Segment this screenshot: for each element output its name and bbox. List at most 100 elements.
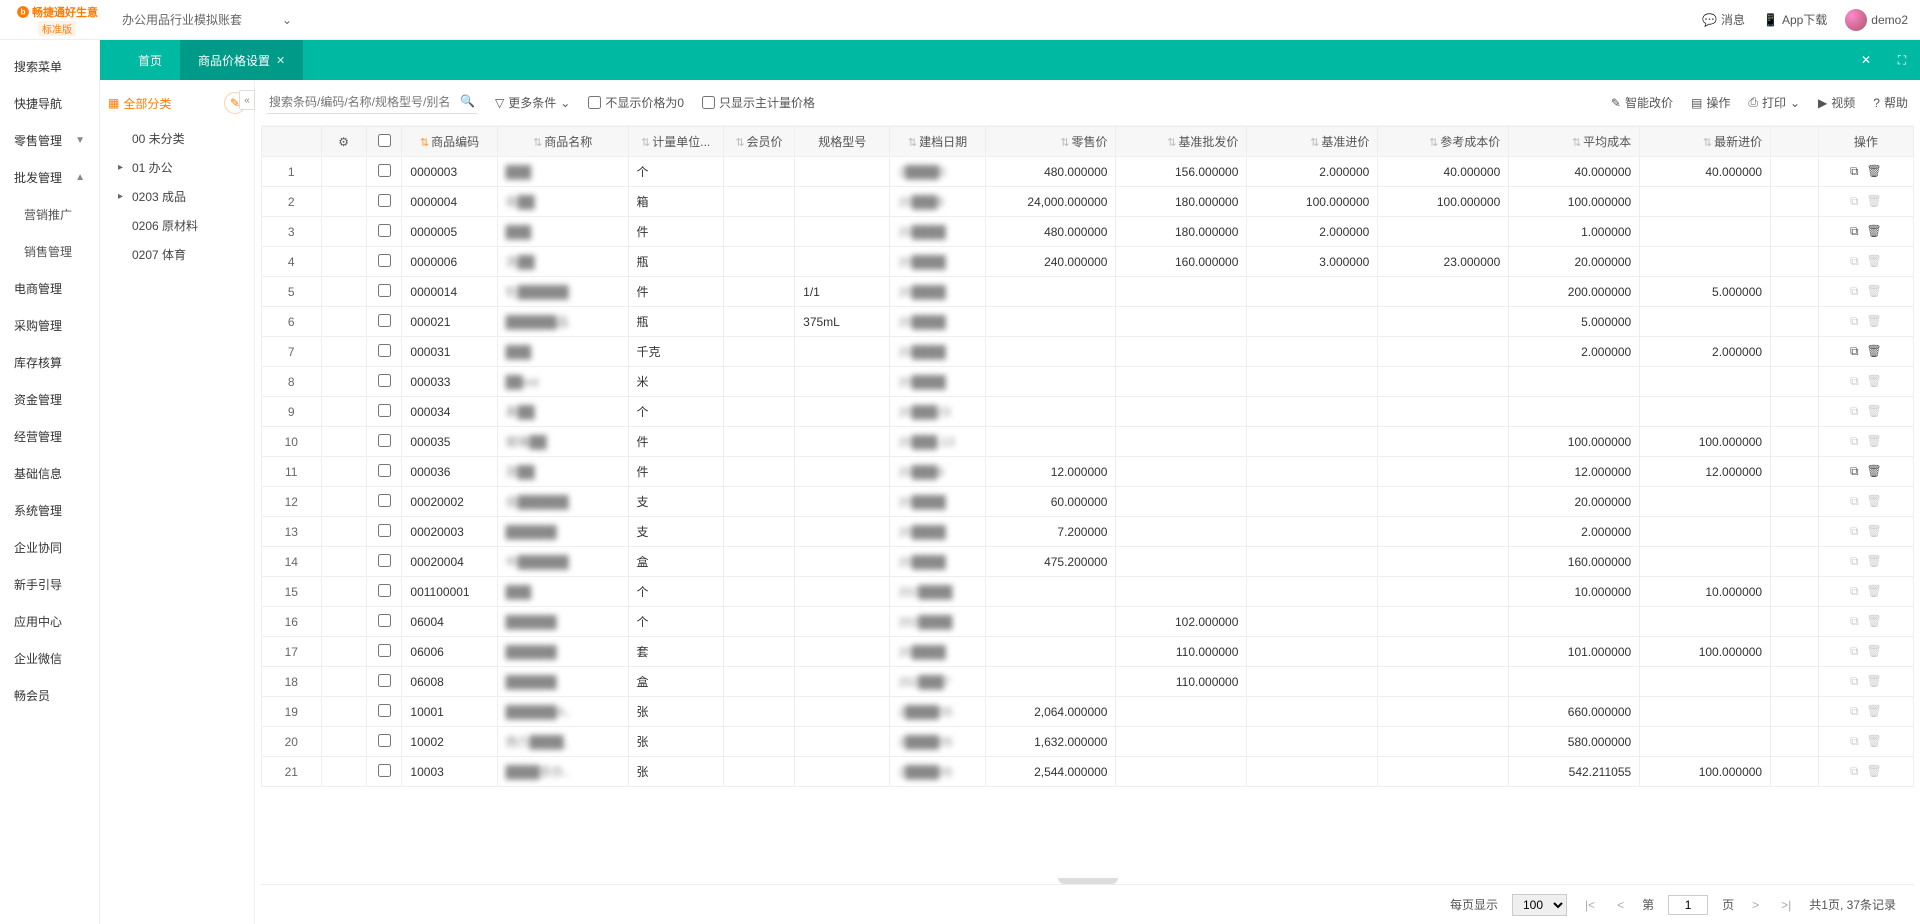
close-icon[interactable]: ✕ [276, 54, 285, 67]
row-checkbox[interactable] [378, 734, 391, 747]
copy-icon[interactable]: ⧉ [1850, 194, 1859, 209]
row-checkbox[interactable] [378, 524, 391, 537]
row-checkbox[interactable] [378, 404, 391, 417]
nav-item[interactable]: 基础信息 [0, 455, 99, 492]
delete-icon[interactable]: 🗑 [1867, 614, 1882, 629]
category-all[interactable]: 全部分类 [123, 95, 171, 112]
page-input[interactable] [1668, 895, 1708, 915]
copy-icon[interactable]: ⧉ [1850, 464, 1859, 479]
delete-icon[interactable]: 🗑 [1867, 224, 1882, 239]
copy-icon[interactable]: ⧉ [1850, 554, 1859, 569]
nav-item[interactable]: 销售管理 [0, 233, 99, 270]
copy-icon[interactable]: ⧉ [1850, 344, 1859, 359]
row-checkbox[interactable] [378, 764, 391, 777]
row-checkbox[interactable] [378, 464, 391, 477]
table-row[interactable]: 8000033██est米20████⧉🗑 [262, 367, 1914, 397]
col-settings[interactable]: ⚙ [321, 127, 366, 157]
delete-icon[interactable]: 🗑 [1867, 194, 1882, 209]
table-row[interactable]: 15001100001███个202████10.00000010.000000… [262, 577, 1914, 607]
delete-icon[interactable]: 🗑 [1867, 464, 1882, 479]
nav-item[interactable]: 电商管理 [0, 270, 99, 307]
row-checkbox[interactable] [378, 614, 391, 627]
col-base[interactable]: ⇅基准进价 [1247, 127, 1378, 157]
copy-icon[interactable]: ⧉ [1850, 764, 1859, 779]
last-page-button[interactable]: >| [1777, 898, 1795, 912]
col-vip[interactable]: ⇅会员价 [723, 127, 794, 157]
col-ref[interactable]: ⇅参考成本价 [1378, 127, 1509, 157]
col-name[interactable]: ⇅商品名称 [497, 127, 628, 157]
nav-item[interactable]: 批发管理▲ [0, 159, 99, 196]
delete-icon[interactable]: 🗑 [1867, 524, 1882, 539]
table-row[interactable]: 2110003████折办..张2████052,544.000000542.2… [262, 757, 1914, 787]
row-checkbox[interactable] [378, 344, 391, 357]
copy-icon[interactable]: ⧉ [1850, 644, 1859, 659]
row-checkbox[interactable] [378, 554, 391, 567]
row-checkbox[interactable] [378, 284, 391, 297]
main-unit-only-checkbox[interactable]: 只显示主计量价格 [702, 94, 815, 111]
table-row[interactable]: 11000036测██件20███812.00000012.00000012.0… [262, 457, 1914, 487]
nav-item[interactable]: 快捷导航 [0, 85, 99, 122]
col-spec[interactable]: 规格型号 [795, 127, 890, 157]
row-checkbox[interactable] [378, 704, 391, 717]
table-row[interactable]: 6000021██████品瓶375mL20████5.000000⧉🗑 [262, 307, 1914, 337]
table-row[interactable]: 2010002扬力████..张2████051,632.000000580.0… [262, 727, 1914, 757]
col-avg[interactable]: ⇅平均成本 [1509, 127, 1640, 157]
delete-icon[interactable]: 🗑 [1867, 644, 1882, 659]
table-row[interactable]: 1910001██████A..张2████052,064.000000660.… [262, 697, 1914, 727]
table-row[interactable]: 40000006洗██瓶20████240.000000160.0000003.… [262, 247, 1914, 277]
col-date[interactable]: ⇅建档日期 [890, 127, 985, 157]
search-input[interactable] [267, 91, 477, 114]
nav-item[interactable]: 库存核算 [0, 344, 99, 381]
smart-price-button[interactable]: ✎智能改价 [1611, 94, 1673, 111]
nav-item[interactable]: 资金管理 [0, 381, 99, 418]
table-row[interactable]: 50000014杜██████件1/120████200.0000005.000… [262, 277, 1914, 307]
delete-icon[interactable]: 🗑 [1867, 554, 1882, 569]
nav-item[interactable]: 营销推广 [0, 196, 99, 233]
nav-item[interactable]: 新手引导 [0, 566, 99, 603]
delete-icon[interactable]: 🗑 [1867, 704, 1882, 719]
delete-icon[interactable]: 🗑 [1867, 674, 1882, 689]
copy-icon[interactable]: ⧉ [1850, 524, 1859, 539]
copy-icon[interactable]: ⧉ [1850, 494, 1859, 509]
table-row[interactable]: 30000005███件20████480.000000180.0000002.… [262, 217, 1914, 247]
table-row[interactable]: 10000003███个2████0480.000000156.0000002.… [262, 157, 1914, 187]
search-icon[interactable]: 🔍 [460, 94, 475, 108]
delete-icon[interactable]: 🗑 [1867, 734, 1882, 749]
row-checkbox[interactable] [378, 254, 391, 267]
copy-icon[interactable]: ⧉ [1850, 374, 1859, 389]
nav-item[interactable]: 畅会员 [0, 677, 99, 714]
copy-icon[interactable]: ⧉ [1850, 734, 1859, 749]
copy-icon[interactable]: ⧉ [1850, 614, 1859, 629]
page-size-select[interactable]: 100 [1512, 894, 1567, 916]
account-selector[interactable]: 办公用品行业模拟账套⌄ [122, 11, 292, 28]
more-conditions[interactable]: ▽更多条件⌄ [495, 94, 570, 111]
video-link[interactable]: ▶视频 [1818, 94, 1855, 111]
table-row[interactable]: 1706006██████套20████110.000000101.000000… [262, 637, 1914, 667]
copy-icon[interactable]: ⧉ [1850, 254, 1859, 269]
copy-icon[interactable]: ⧉ [1850, 164, 1859, 179]
messages-link[interactable]: 💬消息 [1702, 11, 1745, 28]
operations-dropdown[interactable]: ▤操作 [1691, 94, 1730, 111]
col-unit[interactable]: ⇅计量单位... [628, 127, 723, 157]
row-checkbox[interactable] [378, 644, 391, 657]
row-checkbox[interactable] [378, 584, 391, 597]
fullscreen-button[interactable]: ⛶ [1884, 40, 1920, 80]
col-last[interactable]: ⇅最新进价 [1640, 127, 1771, 157]
copy-icon[interactable]: ⧉ [1850, 704, 1859, 719]
table-row[interactable]: 1300020003██████支20████7.2000002.000000⧉… [262, 517, 1914, 547]
category-node[interactable]: 0207 体育 [114, 240, 248, 269]
category-node[interactable]: ▸0203 成品 [114, 182, 248, 211]
delete-icon[interactable]: 🗑 [1867, 764, 1882, 779]
nav-item[interactable]: 应用中心 [0, 603, 99, 640]
copy-icon[interactable]: ⧉ [1850, 314, 1859, 329]
delete-icon[interactable]: 🗑 [1867, 314, 1882, 329]
delete-icon[interactable]: 🗑 [1867, 344, 1882, 359]
col-whole[interactable]: ⇅基准批发价 [1116, 127, 1247, 157]
category-node[interactable]: ▸01 办公 [114, 153, 248, 182]
copy-icon[interactable]: ⧉ [1850, 434, 1859, 449]
row-checkbox[interactable] [378, 674, 391, 687]
delete-icon[interactable]: 🗑 [1867, 434, 1882, 449]
help-link[interactable]: ?帮助 [1873, 94, 1908, 111]
nav-item[interactable]: 系统管理 [0, 492, 99, 529]
nav-item[interactable]: 企业协同 [0, 529, 99, 566]
